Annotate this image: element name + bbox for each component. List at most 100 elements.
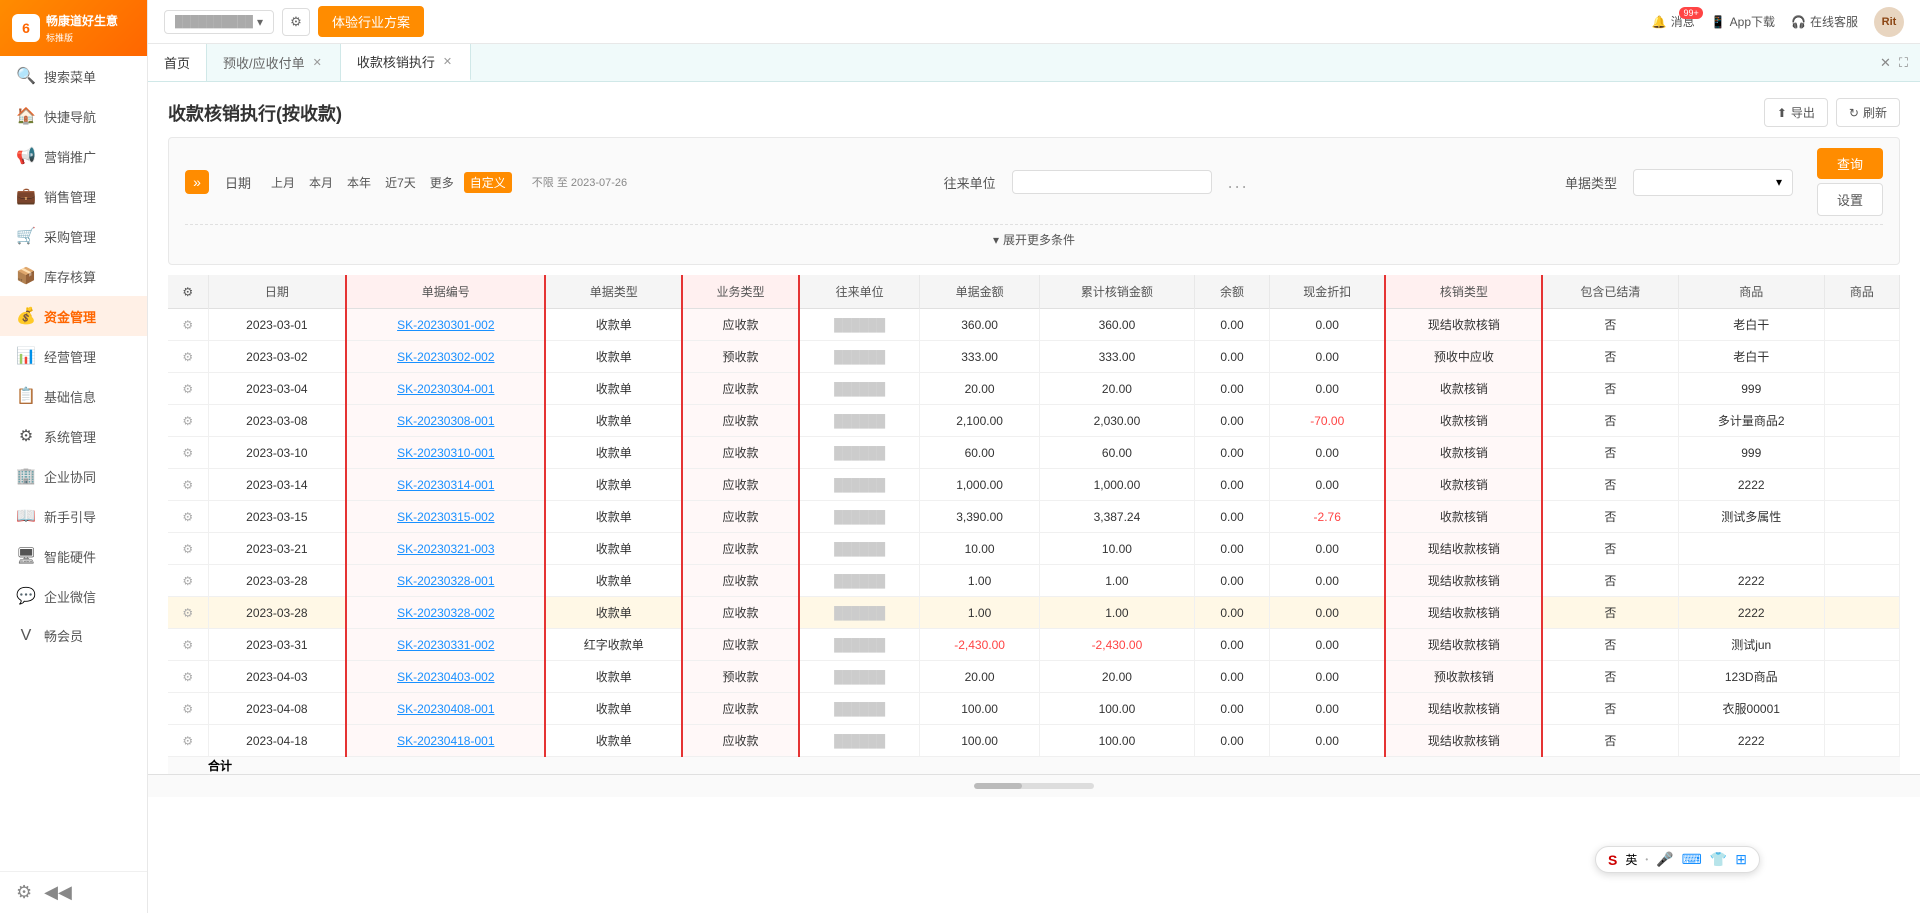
sidebar-item-guide[interactable]: 📖 新手引导 (0, 496, 147, 536)
tab-close-receivable[interactable]: ✕ (311, 54, 324, 71)
date-opt-this-month[interactable]: 本月 (305, 172, 337, 193)
col-header-gear[interactable]: ⚙ (168, 275, 208, 309)
export-button[interactable]: ⬆ 导出 (1764, 98, 1828, 127)
row-doc-no[interactable]: SK-20230302-002 (346, 341, 545, 373)
row-doc-no[interactable]: SK-20230328-002 (346, 597, 545, 629)
row-doc-no[interactable]: SK-20230403-002 (346, 661, 545, 693)
voucher-type-select[interactable]: ▾ (1633, 169, 1793, 196)
row-doc-no[interactable]: SK-20230328-001 (346, 565, 545, 597)
grid-icon[interactable]: ⊞ (1735, 851, 1747, 868)
shirt-icon[interactable]: 👕 (1710, 851, 1727, 868)
row-doc-no[interactable]: SK-20230418-001 (346, 725, 545, 757)
col-header-amount[interactable]: 单据金额 (920, 275, 1040, 309)
date-opt-more[interactable]: 更多 (426, 172, 458, 193)
col-header-date[interactable]: 日期 (208, 275, 346, 309)
row-doc-no[interactable]: SK-20230314-001 (346, 469, 545, 501)
keyboard-icon[interactable]: ⌨ (1682, 851, 1702, 868)
filter-expand-button[interactable]: » (185, 170, 209, 194)
settings-button[interactable]: ⚙ (282, 8, 310, 36)
doc-no-link[interactable]: SK-20230310-001 (397, 446, 494, 460)
refresh-button[interactable]: ↻ 刷新 (1836, 98, 1900, 127)
row-cash-discount: 0.00 (1270, 469, 1386, 501)
doc-no-link[interactable]: SK-20230328-002 (397, 606, 494, 620)
doc-no-link[interactable]: SK-20230314-001 (397, 478, 494, 492)
sidebar-item-marketing[interactable]: 📢 营销推广 (0, 136, 147, 176)
tab-writeoff[interactable]: 收款核销执行 ✕ (341, 44, 471, 81)
doc-no-link[interactable]: SK-20230302-002 (397, 350, 494, 364)
table-row: ⚙ 2023-04-08 SK-20230408-001 收款单 应收款 ███… (168, 693, 1900, 725)
doc-no-link[interactable]: SK-20230408-001 (397, 702, 494, 716)
doc-no-link[interactable]: SK-20230321-003 (397, 542, 494, 556)
col-header-balance[interactable]: 余额 (1194, 275, 1269, 309)
filter-settings-button[interactable]: 设置 (1817, 183, 1883, 216)
sidebar-item-quick-nav[interactable]: 🏠 快捷导航 (0, 96, 147, 136)
col-header-product2[interactable]: 商品 (1824, 275, 1899, 309)
row-product: 999 (1678, 373, 1824, 405)
query-button[interactable]: 查询 (1817, 148, 1883, 179)
sidebar-item-system[interactable]: ⚙ 系统管理 (0, 416, 147, 456)
sidebar-item-enterprise[interactable]: 🏢 企业协同 (0, 456, 147, 496)
user-avatar[interactable]: Rit (1874, 7, 1904, 37)
row-amount: 100.00 (920, 725, 1040, 757)
row-doc-no[interactable]: SK-20230408-001 (346, 693, 545, 725)
close-icon[interactable]: ✕ (1880, 55, 1891, 71)
col-header-doc-no[interactable]: 单据编号 (346, 275, 545, 309)
doc-no-link[interactable]: SK-20230331-002 (397, 638, 494, 652)
maximize-icon[interactable]: ⛶ (1899, 55, 1908, 71)
notification-button[interactable]: 🔔 消息 99+ (1652, 13, 1695, 30)
col-header-include-settled[interactable]: 包含已结清 (1542, 275, 1678, 309)
ime-toolbar: S 英 • 🎤 ⌨ 👕 ⊞ (1595, 846, 1760, 873)
col-header-cash-discount[interactable]: 现金折扣 (1270, 275, 1386, 309)
sidebar-item-member[interactable]: V 畅会员 (0, 616, 147, 655)
col-header-writeoff-amount[interactable]: 累计核销金额 (1039, 275, 1194, 309)
row-doc-no[interactable]: SK-20230304-001 (346, 373, 545, 405)
doc-no-link[interactable]: SK-20230418-001 (397, 734, 494, 748)
doc-no-link[interactable]: SK-20230301-002 (397, 318, 494, 332)
sidebar-item-operations[interactable]: 📊 经营管理 (0, 336, 147, 376)
sidebar-item-wechat[interactable]: 💬 企业微信 (0, 576, 147, 616)
col-header-product[interactable]: 商品 (1678, 275, 1824, 309)
row-doc-no[interactable]: SK-20230321-003 (346, 533, 545, 565)
tab-close-writeoff[interactable]: ✕ (441, 53, 454, 70)
date-opt-7days[interactable]: 近7天 (381, 172, 420, 193)
doc-no-link[interactable]: SK-20230403-002 (397, 670, 494, 684)
doc-no-link[interactable]: SK-20230308-001 (397, 414, 494, 428)
row-writeoff-amount: 3,387.24 (1039, 501, 1194, 533)
collapse-icon[interactable]: ◀◀ (44, 882, 72, 903)
row-doc-no[interactable]: SK-20230331-002 (346, 629, 545, 661)
col-header-unit[interactable]: 往来单位 (799, 275, 920, 309)
settings-icon[interactable]: ⚙ (16, 882, 32, 903)
doc-no-link[interactable]: SK-20230328-001 (397, 574, 494, 588)
sidebar-item-sales[interactable]: 💼 销售管理 (0, 176, 147, 216)
sidebar-item-search[interactable]: 🔍 搜索菜单 (0, 56, 147, 96)
scroll-indicator[interactable] (974, 783, 1094, 789)
row-doc-no[interactable]: SK-20230310-001 (346, 437, 545, 469)
online-service-button[interactable]: 🎧 在线客服 (1791, 13, 1858, 30)
sidebar-item-purchase[interactable]: 🛒 采购管理 (0, 216, 147, 256)
tab-receivable[interactable]: 预收/应收付单 ✕ (207, 44, 341, 81)
doc-no-link[interactable]: SK-20230304-001 (397, 382, 494, 396)
row-unit: ██████ (799, 405, 920, 437)
sidebar-item-inventory[interactable]: 📦 库存核算 (0, 256, 147, 296)
sidebar-item-hardware[interactable]: 🖥 智能硬件 (0, 536, 147, 576)
tenant-selector[interactable]: ██████████ ▾ (164, 10, 274, 34)
row-doc-no[interactable]: SK-20230301-002 (346, 309, 545, 341)
date-opt-this-year[interactable]: 本年 (343, 172, 375, 193)
date-opt-custom[interactable]: 自定义 (464, 172, 512, 193)
col-header-writeoff-type[interactable]: 核销类型 (1385, 275, 1542, 309)
row-doc-no[interactable]: SK-20230315-002 (346, 501, 545, 533)
sidebar-item-capital[interactable]: 💰 资金管理 (0, 296, 147, 336)
industry-solution-button[interactable]: 体验行业方案 (318, 6, 424, 37)
app-download-button[interactable]: 📱 App下载 (1711, 13, 1775, 30)
row-doc-no[interactable]: SK-20230308-001 (346, 405, 545, 437)
mic-icon[interactable]: 🎤 (1656, 851, 1673, 868)
filter-row-main: » 日期 上月 本月 本年 近7天 更多 自定义 不限 至 2023-07-26… (185, 148, 1883, 216)
tab-home[interactable]: 首页 (148, 44, 207, 81)
expand-more-button[interactable]: ▾ 展开更多条件 (185, 224, 1883, 254)
col-header-doc-type[interactable]: 单据类型 (545, 275, 682, 309)
unit-input[interactable] (1012, 170, 1212, 194)
col-header-biz-type[interactable]: 业务类型 (682, 275, 799, 309)
doc-no-link[interactable]: SK-20230315-002 (397, 510, 494, 524)
date-opt-last-month[interactable]: 上月 (267, 172, 299, 193)
sidebar-item-basic-info[interactable]: 📋 基础信息 (0, 376, 147, 416)
